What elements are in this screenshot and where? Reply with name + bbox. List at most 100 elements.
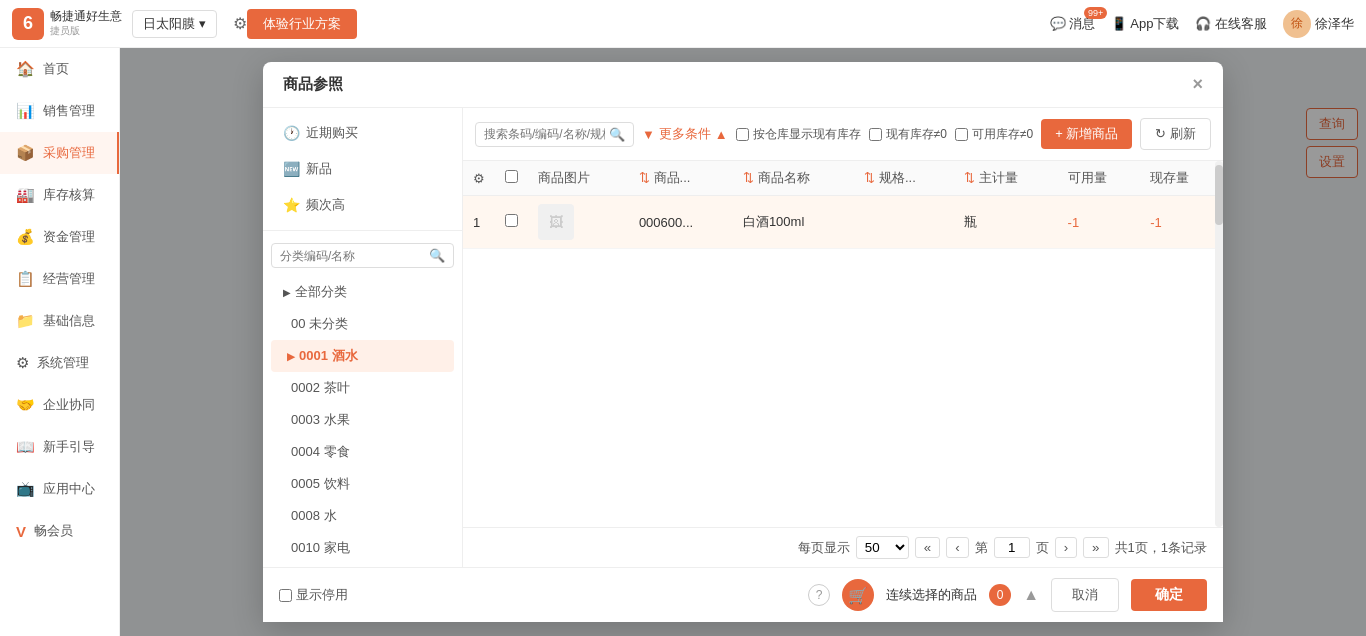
tab-new-label: 新品 [306, 160, 332, 178]
help-icon[interactable]: ? [808, 584, 830, 606]
nav-gear-icon[interactable]: ⚙ [233, 14, 247, 33]
th-checkbox[interactable] [495, 161, 528, 196]
confirm-btn[interactable]: 确定 [1131, 579, 1207, 611]
category-uncategorized[interactable]: 00 未分类 [271, 308, 454, 340]
sidebar-label-sales: 销售管理 [43, 102, 95, 120]
apps-icon: 📺 [16, 480, 35, 498]
usable-stock-checkbox[interactable] [955, 128, 968, 141]
select-all-checkbox[interactable] [505, 170, 518, 183]
category-liquor[interactable]: ▶ 0001 酒水 [271, 340, 454, 372]
category-drink[interactable]: 0005 饮料 [271, 468, 454, 500]
nav-user[interactable]: 徐 徐泽华 [1283, 10, 1354, 38]
sidebar-item-finance[interactable]: 💰 资金管理 [0, 216, 119, 258]
td-stock: -1 [1140, 196, 1223, 249]
prev-page-btn[interactable]: ‹ [946, 537, 968, 558]
category-liquor-label: 0001 酒水 [299, 347, 358, 365]
check-usable-stock[interactable]: 可用库存≠0 [955, 126, 1033, 143]
sidebar-item-apps[interactable]: 📺 应用中心 [0, 468, 119, 510]
modal-left-panel: 🕐 近期购买 🆕 新品 ⭐ 频次高 [263, 108, 463, 567]
category-water[interactable]: 0008 水 [271, 500, 454, 532]
row-checkbox[interactable] [505, 214, 518, 227]
page-input[interactable] [994, 537, 1030, 558]
sidebar-item-basic[interactable]: 📁 基础信息 [0, 300, 119, 342]
modal-pagination: 每页显示 50 20 100 « ‹ 第 页 › [463, 527, 1223, 567]
message-icon: 💬 [1050, 16, 1066, 31]
warehouse-checkbox[interactable] [736, 128, 749, 141]
modal-right-panel: 🔍 ▼ 更多条件 ▲ 按仓库显示现有库存 [463, 108, 1223, 567]
tab-frequent[interactable]: ⭐ 频次高 [271, 188, 454, 222]
enterprise-icon: 🤝 [16, 396, 35, 414]
category-water-label: 0008 水 [291, 507, 337, 525]
close-btn[interactable]: × [1192, 74, 1203, 95]
th-spec[interactable]: ⇅ 规格... [854, 161, 954, 196]
sidebar-label-member: 畅会员 [34, 522, 73, 540]
th-unit[interactable]: ⇅ 主计量 [954, 161, 1057, 196]
arrow-icon: ▶ [283, 287, 291, 298]
show-disabled-check[interactable]: 显示停用 [279, 586, 348, 604]
th-code[interactable]: ⇅ 商品... [629, 161, 733, 196]
disabled-checkbox[interactable] [279, 589, 292, 602]
category-snack[interactable]: 0004 零食 [271, 436, 454, 468]
sidebar-item-operations[interactable]: 📋 经营管理 [0, 258, 119, 300]
check-warehouse[interactable]: 按仓库显示现有库存 [736, 126, 861, 143]
warehouse-label: 按仓库显示现有库存 [753, 126, 861, 143]
sidebar-item-purchase[interactable]: 📦 采购管理 [0, 132, 119, 174]
first-page-btn[interactable]: « [915, 537, 940, 558]
sort-icon: ⇅ [639, 170, 650, 185]
search-icon[interactable]: 🔍 [429, 248, 445, 263]
nav-app-download[interactable]: 📱 App下载 [1111, 15, 1179, 33]
guide-icon: 📖 [16, 438, 35, 456]
refresh-btn[interactable]: ↻ 刷新 [1140, 118, 1211, 150]
sidebar-item-member[interactable]: V 畅会员 [0, 510, 119, 552]
table-row[interactable]: 1 🖼 000600... 白酒100ml [463, 196, 1223, 249]
search-product-icon[interactable]: 🔍 [609, 127, 625, 142]
modal-title: 商品参照 [283, 75, 343, 94]
chevron-down-icon: ▾ [199, 16, 206, 31]
nav-selector[interactable]: 日太阳膜 ▾ [132, 10, 217, 38]
filter-btn[interactable]: ▼ 更多条件 ▲ [642, 125, 728, 143]
category-search: 🔍 [271, 243, 454, 268]
sidebar-item-sales[interactable]: 📊 销售管理 [0, 90, 119, 132]
td-unit: 瓶 [954, 196, 1057, 249]
category-search-input[interactable] [280, 249, 425, 263]
sidebar-item-enterprise[interactable]: 🤝 企业协同 [0, 384, 119, 426]
add-product-btn[interactable]: + 新增商品 [1041, 119, 1132, 149]
logo-area: 6 畅捷通好生意 捷员版 [12, 8, 132, 40]
page-size-select[interactable]: 50 20 100 [856, 536, 909, 559]
footer-collapse-icon[interactable]: ▲ [1023, 586, 1039, 604]
tab-new-products[interactable]: 🆕 新品 [271, 152, 454, 186]
industry-btn[interactable]: 体验行业方案 [247, 9, 357, 39]
tab-recent-buy[interactable]: 🕐 近期购买 [271, 116, 454, 150]
sidebar-label-enterprise: 企业协同 [43, 396, 95, 414]
scrollbar-thumb[interactable] [1215, 165, 1223, 225]
content-area: 商品参照 × 🕐 近期购买 🆕 [120, 48, 1366, 636]
sidebar-item-home[interactable]: 🏠 首页 [0, 48, 119, 90]
last-page-btn[interactable]: » [1083, 537, 1108, 558]
td-checkbox[interactable] [495, 196, 528, 249]
available-stock-checkbox[interactable] [869, 128, 882, 141]
td-name: 白酒100ml [733, 196, 854, 249]
cancel-btn[interactable]: 取消 [1051, 578, 1119, 612]
th-settings[interactable]: ⚙ [463, 161, 495, 196]
category-tea[interactable]: 0002 茶叶 [271, 372, 454, 404]
category-fruit[interactable]: 0003 水果 [271, 404, 454, 436]
category-appliance[interactable]: 0010 家电 [271, 532, 454, 559]
sidebar-item-system[interactable]: ⚙ 系统管理 [0, 342, 119, 384]
next-page-btn[interactable]: › [1055, 537, 1077, 558]
th-available: 可用量 [1058, 161, 1141, 196]
page-label: 第 [975, 539, 988, 557]
category-all[interactable]: ▶ 全部分类 [271, 276, 454, 308]
product-search-input[interactable] [484, 127, 605, 141]
sidebar-label-basic: 基础信息 [43, 312, 95, 330]
nav-msg[interactable]: 💬 消息 99+ [1050, 15, 1096, 33]
scrollbar-track[interactable] [1215, 161, 1223, 527]
th-stock: 现存量 [1140, 161, 1223, 196]
msg-count-badge: 99+ [1084, 7, 1107, 19]
th-name[interactable]: ⇅ 商品名称 [733, 161, 854, 196]
check-available-stock[interactable]: 现有库存≠0 [869, 126, 947, 143]
sidebar-item-guide[interactable]: 📖 新手引导 [0, 426, 119, 468]
purchase-icon: 📦 [16, 144, 35, 162]
cart-btn[interactable]: 🛒 [842, 579, 874, 611]
nav-service[interactable]: 🎧 在线客服 [1195, 15, 1267, 33]
sidebar-item-inventory[interactable]: 🏭 库存核算 [0, 174, 119, 216]
